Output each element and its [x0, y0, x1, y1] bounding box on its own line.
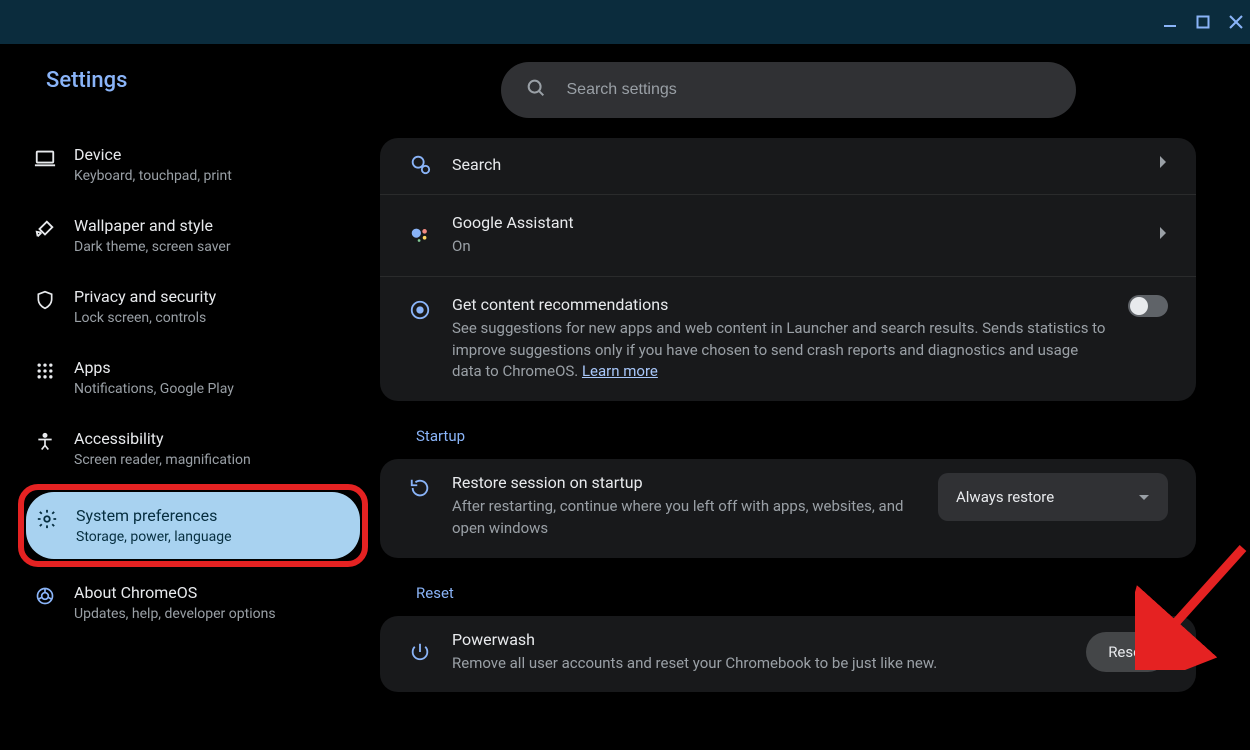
sidebar-item-privacy[interactable]: Privacy and security Lock screen, contro… [24, 273, 362, 340]
sidebar-item-label: Privacy and security [74, 287, 216, 306]
sidebar-item-label: Device [74, 145, 232, 164]
chrome-icon [34, 585, 56, 607]
apps-grid-icon [34, 360, 56, 382]
window-close-button[interactable] [1228, 14, 1244, 30]
gear-icon [36, 508, 58, 530]
main-content: Search Google Assistant On [380, 44, 1250, 750]
restore-icon [408, 476, 432, 500]
shield-icon [34, 289, 56, 311]
row-title: Google Assistant [452, 213, 1138, 232]
sidebar-item-label: System preferences [76, 506, 232, 525]
row-title: Restore session on startup [452, 473, 918, 492]
sidebar-item-apps[interactable]: Apps Notifications, Google Play [24, 344, 362, 411]
row-title: Search [452, 155, 1138, 174]
startup-panel: Restore session on startup After restart… [380, 459, 1196, 558]
search-input[interactable] [567, 81, 1052, 99]
chevron-right-icon [1158, 155, 1168, 173]
target-icon [408, 298, 432, 322]
window-minimize-button[interactable] [1162, 14, 1178, 30]
sidebar-item-label: About ChromeOS [74, 583, 276, 602]
row-content-recommendations: Get content recommendations See suggesti… [380, 276, 1196, 401]
accessibility-icon [34, 431, 56, 453]
sidebar-item-system-preferences[interactable]: System preferences Storage, power, langu… [26, 492, 360, 559]
assistant-icon [408, 223, 432, 247]
row-sub: See suggestions for new apps and web con… [452, 318, 1108, 383]
highlight-annotation: System preferences Storage, power, langu… [18, 484, 368, 567]
row-title: Powerwash [452, 630, 1066, 649]
laptop-icon [34, 147, 56, 169]
sidebar-item-sub: Keyboard, touchpad, print [74, 168, 232, 184]
power-icon [408, 640, 432, 664]
reset-panel: Powerwash Remove all user accounts and r… [380, 616, 1196, 693]
brush-icon [34, 218, 56, 240]
row-sub: On [452, 236, 1138, 258]
sidebar: Settings Device Keyboard, touchpad, prin… [0, 44, 380, 750]
sidebar-item-sub: Screen reader, magnification [74, 452, 251, 468]
restore-select[interactable]: Always restore [938, 473, 1168, 521]
learn-more-link[interactable]: Learn more [582, 362, 658, 380]
window-maximize-button[interactable] [1196, 15, 1210, 29]
sidebar-item-sub: Notifications, Google Play [74, 381, 234, 397]
row-sub: After restarting, continue where you lef… [452, 496, 918, 540]
sidebar-item-sub: Dark theme, screen saver [74, 239, 231, 255]
row-assistant[interactable]: Google Assistant On [380, 194, 1196, 276]
sidebar-item-label: Wallpaper and style [74, 216, 231, 235]
reset-button[interactable]: Reset [1086, 632, 1168, 672]
sidebar-item-device[interactable]: Device Keyboard, touchpad, print [24, 131, 362, 198]
row-restore-session: Restore session on startup After restart… [380, 459, 1196, 558]
sidebar-item-label: Apps [74, 358, 234, 377]
chevron-down-icon [1138, 488, 1150, 506]
section-heading-startup: Startup [416, 427, 1196, 445]
search-badge-icon [408, 152, 432, 176]
sidebar-item-about[interactable]: About ChromeOS Updates, help, developer … [24, 569, 362, 636]
sidebar-item-sub: Updates, help, developer options [74, 606, 276, 622]
sidebar-item-sub: Lock screen, controls [74, 310, 216, 326]
row-title: Get content recommendations [452, 295, 1108, 314]
app-title: Settings [46, 68, 362, 93]
recommendations-toggle[interactable] [1128, 295, 1168, 317]
search-box[interactable] [501, 62, 1076, 118]
chevron-right-icon [1158, 226, 1168, 244]
row-powerwash: Powerwash Remove all user accounts and r… [380, 616, 1196, 693]
sidebar-item-label: Accessibility [74, 429, 251, 448]
sidebar-item-accessibility[interactable]: Accessibility Screen reader, magnificati… [24, 415, 362, 482]
search-assistant-panel: Search Google Assistant On [380, 138, 1196, 401]
sidebar-item-sub: Storage, power, language [76, 529, 232, 545]
row-search-engine[interactable]: Search [380, 138, 1196, 194]
row-sub-text: See suggestions for new apps and web con… [452, 319, 1105, 381]
select-value: Always restore [956, 488, 1054, 506]
search-icon [525, 77, 547, 103]
section-heading-reset: Reset [416, 584, 1196, 602]
row-sub: Remove all user accounts and reset your … [452, 653, 1066, 675]
sidebar-item-wallpaper[interactable]: Wallpaper and style Dark theme, screen s… [24, 202, 362, 269]
window-titlebar [0, 0, 1250, 44]
